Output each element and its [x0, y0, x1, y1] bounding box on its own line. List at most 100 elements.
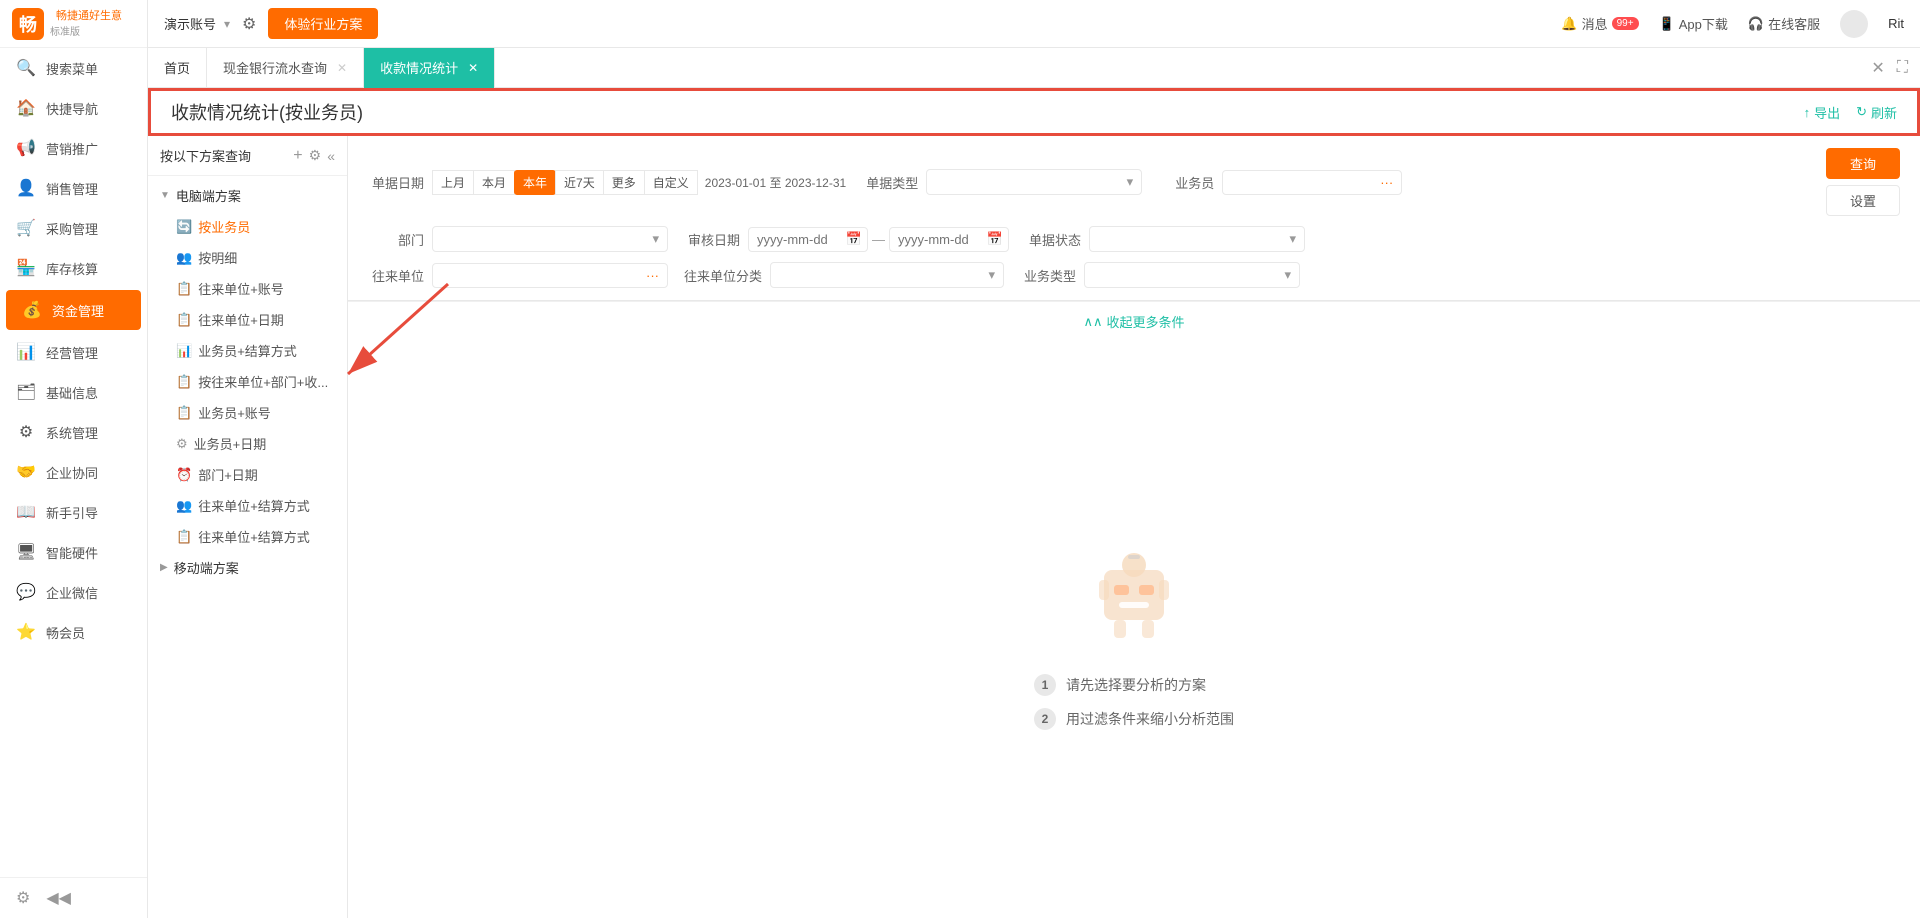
notification-badge: 99+: [1612, 17, 1639, 30]
trial-button[interactable]: 体验行业方案: [268, 8, 378, 39]
date-tab-this-year[interactable]: 本年: [514, 170, 556, 195]
user-area[interactable]: 演示账号 ▾: [164, 14, 230, 33]
refresh-button[interactable]: ↻ 刷新: [1856, 103, 1897, 122]
app-download-label: App下载: [1679, 14, 1728, 33]
scheme-item-0-3[interactable]: 📋往来单位+日期: [148, 304, 347, 335]
group-arrow-1: ▶: [160, 562, 168, 573]
scheme-item-0-10[interactable]: 📋往来单位+结算方式: [148, 521, 347, 552]
step-1-text: 请先选择要分析的方案: [1066, 675, 1206, 695]
header-right: 🔔 消息 99+ 📱 App下载 🎧 在线客服 Rit: [1561, 10, 1904, 38]
party-select[interactable]: ···: [432, 263, 668, 288]
sidebar-item-member[interactable]: ⭐畅会员: [0, 612, 147, 652]
scheme-item-label-0-5: 按往来单位+部门+收...: [198, 372, 328, 391]
bank-flow-tab-close[interactable]: ✕: [337, 61, 347, 75]
collapse-sidebar-icon[interactable]: ◀◀: [46, 888, 71, 908]
nav-icon-system: ⚙: [16, 422, 36, 442]
sidebar-item-operations[interactable]: 📊经营管理: [0, 332, 147, 372]
calendar-to-icon[interactable]: 📅: [987, 231, 1003, 247]
sidebar-item-wechat[interactable]: 💬企业微信: [0, 572, 147, 612]
sidebar-item-system[interactable]: ⚙ 系统管理: [0, 412, 147, 452]
app-download-action[interactable]: 📱 App下载: [1659, 14, 1728, 33]
scheme-collapse-icon[interactable]: «: [327, 148, 335, 164]
export-icon: ↑: [1804, 105, 1811, 120]
scheme-item-0-6[interactable]: 📋业务员+账号: [148, 397, 347, 428]
scheme-item-label-0-10: 往来单位+结算方式: [198, 527, 310, 546]
date-tabs: 上月 本月 本年 近7天 更多 自定义: [432, 170, 697, 195]
filter-date: 单据日期 上月 本月 本年 近7天 更多 自定义 20: [368, 170, 846, 195]
user-dropdown-icon[interactable]: ▾: [224, 17, 230, 31]
settings-bottom-icon[interactable]: ⚙: [16, 888, 30, 908]
date-tab-custom[interactable]: 自定义: [644, 170, 698, 195]
receipt-stats-tab-close[interactable]: ✕: [468, 61, 478, 75]
collapse-bar[interactable]: ∧∧ 收起更多条件: [348, 301, 1920, 341]
doc-type-select[interactable]: ▾: [926, 169, 1142, 195]
maximize-icon[interactable]: ⛶: [1897, 59, 1908, 77]
date-tab-this-month[interactable]: 本月: [473, 170, 515, 195]
salesperson-more-icon[interactable]: ···: [1380, 175, 1393, 190]
sidebar-item-sales[interactable]: 👤销售管理: [0, 168, 147, 208]
collapse-icon: ∧∧: [1083, 314, 1102, 330]
scheme-settings-icon[interactable]: ⚙: [309, 147, 322, 164]
doc-status-caret: ▾: [1289, 231, 1296, 247]
date-tab-more[interactable]: 更多: [603, 170, 645, 195]
scheme-item-0-9[interactable]: 👥往来单位+结算方式: [148, 490, 347, 521]
doc-type-label: 单据类型: [862, 173, 918, 192]
salesperson-label: 业务员: [1158, 173, 1214, 192]
tab-bank-flow[interactable]: 现金银行流水查询 ✕: [207, 48, 364, 88]
sidebar-item-basic[interactable]: 🗂基础信息: [0, 372, 147, 412]
sidebar-item-search-menu[interactable]: 🔍搜索菜单: [0, 48, 147, 88]
scheme-item-0-7[interactable]: ⚙业务员+日期: [148, 428, 347, 459]
nav-label-enterprise: 企业协同: [46, 463, 98, 482]
dept-select[interactable]: ▾: [432, 226, 668, 252]
doc-status-select[interactable]: ▾: [1089, 226, 1305, 252]
scheme-item-0-0[interactable]: 🔄按业务员: [148, 211, 347, 242]
header-settings-icon[interactable]: ⚙: [242, 14, 256, 34]
date-label: 单据日期: [368, 173, 424, 192]
scheme-group-title-0[interactable]: ▼电脑端方案: [148, 180, 347, 211]
scheme-item-icon-0-5: 📋: [176, 374, 192, 390]
scheme-add-icon[interactable]: +: [293, 147, 302, 165]
party-more-icon[interactable]: ···: [646, 268, 659, 283]
salesperson-select[interactable]: ···: [1222, 170, 1402, 195]
sidebar-item-guide[interactable]: 📖新手引导: [0, 492, 147, 532]
scheme-item-icon-0-0: 🔄: [176, 219, 192, 235]
sidebar-item-inventory[interactable]: 🏪库存核算: [0, 248, 147, 288]
scheme-group-title-1[interactable]: ▶移动端方案: [148, 552, 347, 583]
empty-step-1: 1 请先选择要分析的方案: [1034, 674, 1234, 696]
export-label: 导出: [1814, 103, 1840, 122]
export-button[interactable]: ↑ 导出: [1804, 103, 1841, 122]
date-tab-last-month[interactable]: 上月: [432, 170, 474, 195]
tab-receipt-stats[interactable]: 收款情况统计 ✕: [364, 48, 495, 88]
scheme-item-0-1[interactable]: 👥按明细: [148, 242, 347, 273]
calendar-from-icon[interactable]: 📅: [846, 231, 862, 247]
scheme-item-0-2[interactable]: 📋往来单位+账号: [148, 273, 347, 304]
sidebar-item-hardware[interactable]: 🖥智能硬件: [0, 532, 147, 572]
scheme-item-0-8[interactable]: ⏰部门+日期: [148, 459, 347, 490]
close-all-tabs-icon[interactable]: ✕: [1871, 58, 1884, 78]
biz-type-select[interactable]: ▾: [1084, 262, 1300, 288]
nav-icon-member: ⭐: [16, 622, 36, 642]
scheme-item-icon-0-2: 📋: [176, 281, 192, 297]
notification-action[interactable]: 🔔 消息 99+: [1561, 14, 1638, 33]
date-tab-7days[interactable]: 近7天: [555, 170, 604, 195]
scheme-header-title: 按以下方案查询: [160, 146, 251, 165]
nav-label-system: 系统管理: [46, 423, 98, 442]
scheme-item-0-5[interactable]: 📋 按往来单位+部门+收...: [148, 366, 347, 397]
sidebar-item-marketing[interactable]: 📢营销推广: [0, 128, 147, 168]
party-category-select[interactable]: ▾: [770, 262, 1004, 288]
filter-party-category: 往来单位分类 ▾: [684, 262, 1004, 288]
page-area: 收款情况统计(按业务员) ↑ 导出 ↻ 刷新 按以下方案查询 +: [148, 88, 1920, 918]
filter-row-2: 部门 ▾ 审核日期 📅: [368, 226, 1900, 252]
scheme-item-0-4[interactable]: 📊业务员+结算方式: [148, 335, 347, 366]
date-range-display: 2023-01-01 至 2023-12-31: [705, 174, 846, 191]
sidebar-item-quick-nav[interactable]: 🏠快捷导航: [0, 88, 147, 128]
online-service-action[interactable]: 🎧 在线客服: [1748, 14, 1820, 33]
user-avatar[interactable]: [1840, 10, 1868, 38]
sidebar-item-finance[interactable]: 💰资金管理: [6, 290, 141, 330]
tab-home[interactable]: 首页: [148, 48, 207, 88]
sidebar-item-enterprise[interactable]: 🤝企业协同: [0, 452, 147, 492]
settings-button[interactable]: 设置: [1826, 185, 1900, 216]
nav-label-inventory: 库存核算: [46, 259, 98, 278]
sidebar-item-purchase[interactable]: 🛒采购管理: [0, 208, 147, 248]
query-button[interactable]: 查询: [1826, 148, 1900, 179]
